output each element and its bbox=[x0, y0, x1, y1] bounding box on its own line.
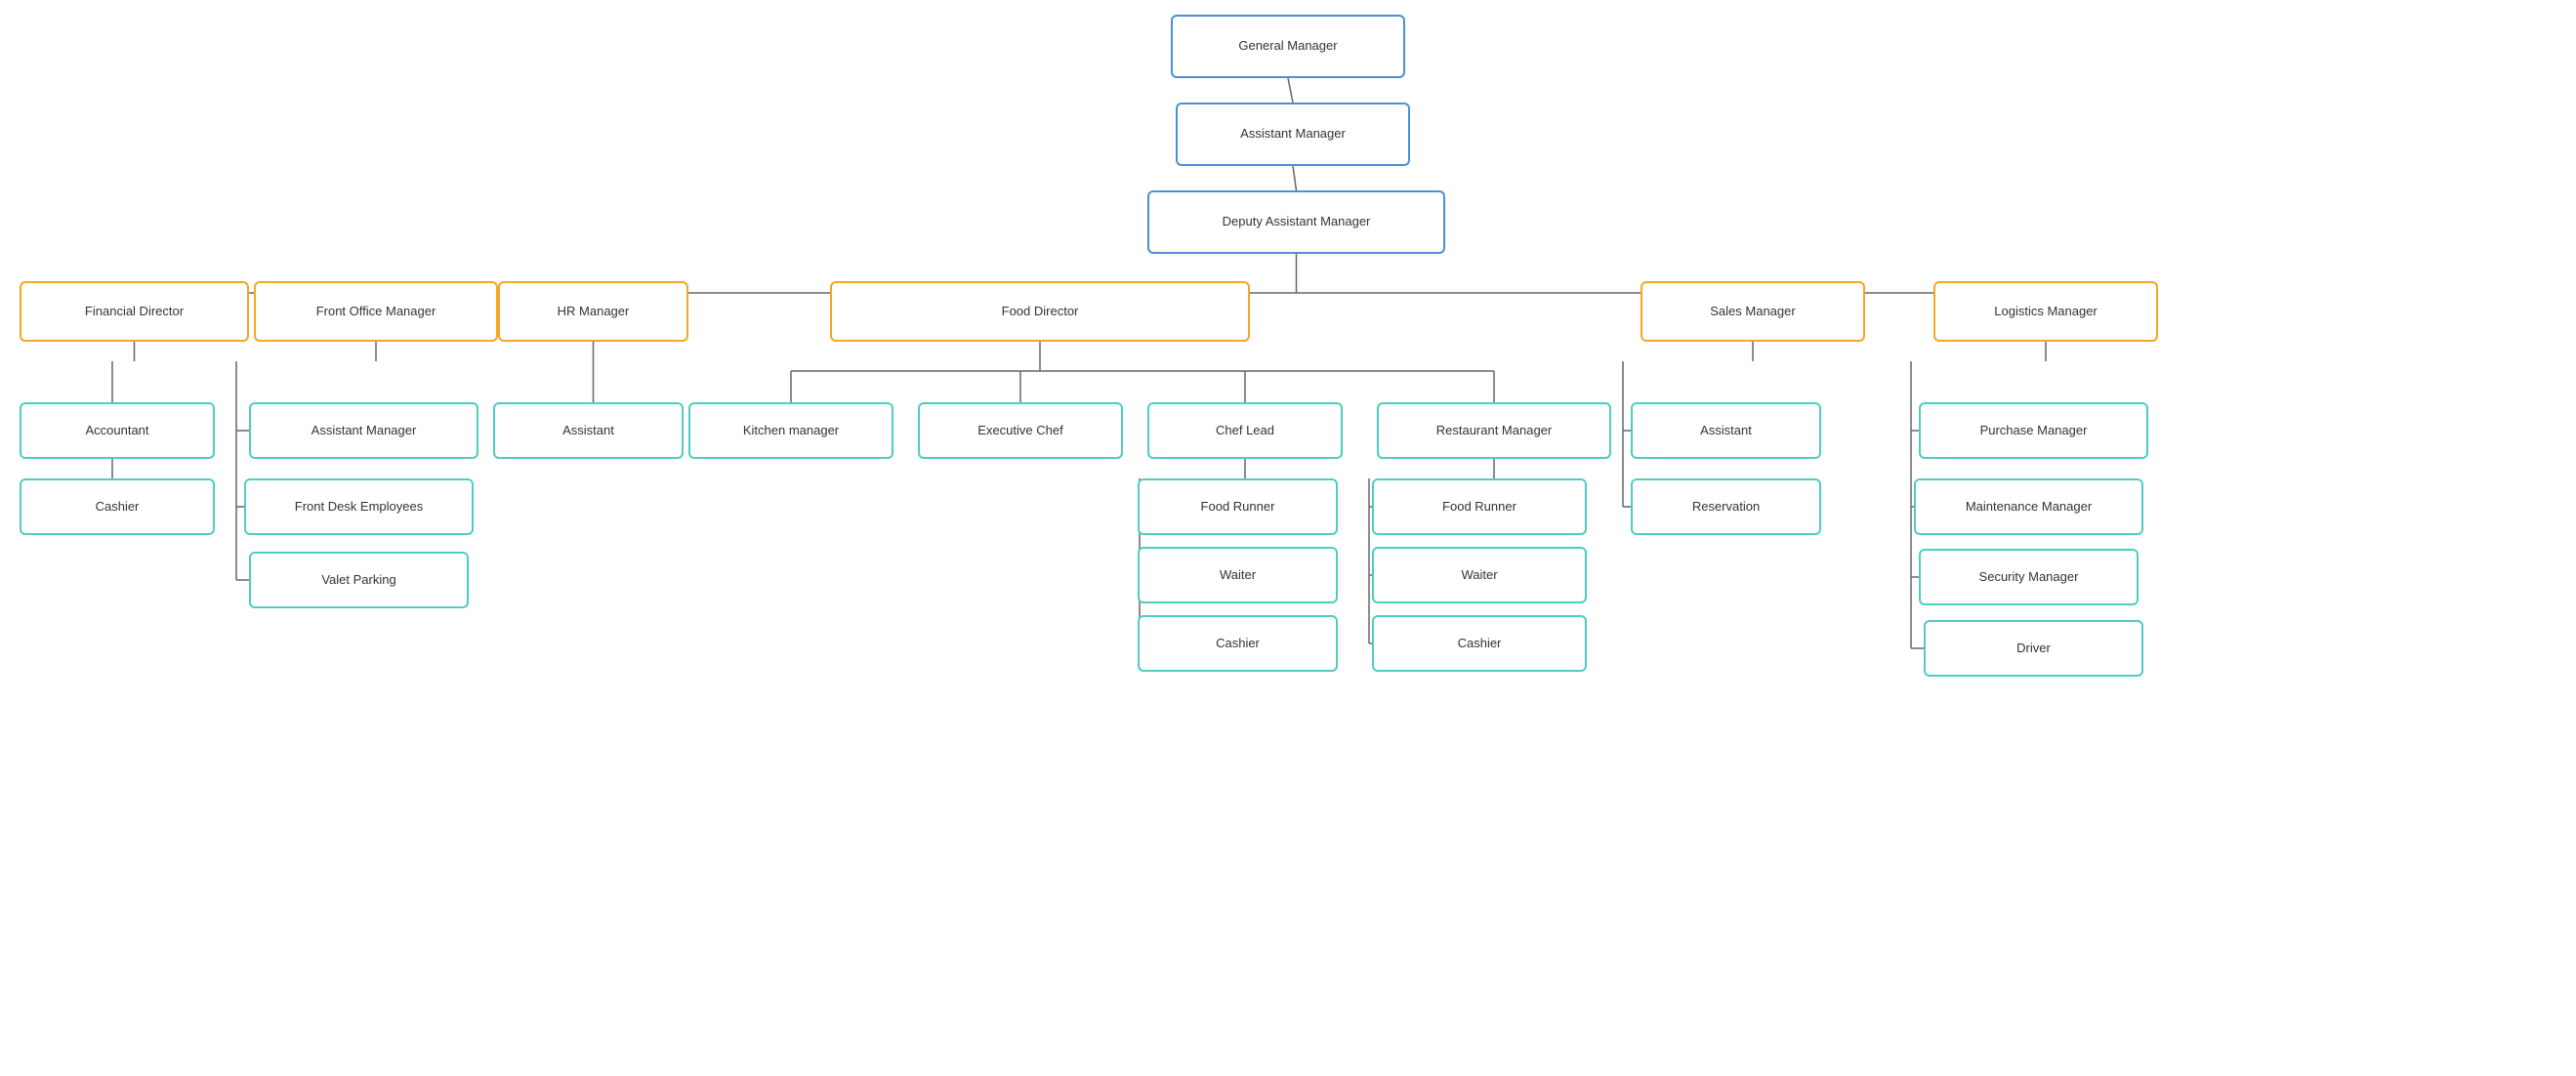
label-executive-chef: Executive Chef bbox=[977, 423, 1062, 439]
node-accountant: Accountant bbox=[20, 402, 215, 459]
label-chef-lead: Chef Lead bbox=[1216, 423, 1274, 439]
label-food-runner-chef: Food Runner bbox=[1201, 499, 1275, 516]
node-executive-chef: Executive Chef bbox=[918, 402, 1123, 459]
node-logistics-manager: Logistics Manager bbox=[1933, 281, 2158, 342]
label-cashier-fin: Cashier bbox=[96, 499, 140, 516]
node-driver: Driver bbox=[1924, 620, 2143, 677]
label-assistant-sales: Assistant bbox=[1700, 423, 1752, 439]
label-general-manager: General Manager bbox=[1238, 38, 1337, 55]
label-food-runner-rest: Food Runner bbox=[1442, 499, 1517, 516]
label-waiter-rest: Waiter bbox=[1461, 567, 1497, 584]
node-cashier-fin: Cashier bbox=[20, 478, 215, 535]
node-deputy-assistant-manager: Deputy Assistant Manager bbox=[1147, 190, 1445, 254]
label-valet-parking: Valet Parking bbox=[321, 572, 395, 589]
node-assistant-manager: Assistant Manager bbox=[1176, 103, 1410, 166]
node-waiter-rest: Waiter bbox=[1372, 547, 1587, 603]
node-sales-manager: Sales Manager bbox=[1641, 281, 1865, 342]
label-cashier-chef: Cashier bbox=[1216, 636, 1260, 652]
label-assistant-manager: Assistant Manager bbox=[1240, 126, 1346, 143]
label-assistant-hr: Assistant bbox=[562, 423, 614, 439]
node-assistant-hr: Assistant bbox=[493, 402, 684, 459]
node-cashier-rest: Cashier bbox=[1372, 615, 1587, 672]
node-waiter-chef: Waiter bbox=[1138, 547, 1338, 603]
node-cashier-chef: Cashier bbox=[1138, 615, 1338, 672]
label-sales-manager: Sales Manager bbox=[1710, 304, 1795, 320]
node-restaurant-manager: Restaurant Manager bbox=[1377, 402, 1611, 459]
label-kitchen-manager: Kitchen manager bbox=[743, 423, 839, 439]
label-front-office-manager: Front Office Manager bbox=[316, 304, 436, 320]
label-logistics-manager: Logistics Manager bbox=[1994, 304, 2098, 320]
node-financial-director: Financial Director bbox=[20, 281, 249, 342]
node-asst-mgr-front: Assistant Manager bbox=[249, 402, 478, 459]
node-front-office-manager: Front Office Manager bbox=[254, 281, 498, 342]
label-reservation: Reservation bbox=[1692, 499, 1760, 516]
label-driver: Driver bbox=[2016, 641, 2051, 657]
label-food-director: Food Director bbox=[1002, 304, 1079, 320]
node-food-runner-chef: Food Runner bbox=[1138, 478, 1338, 535]
label-hr-manager: HR Manager bbox=[558, 304, 630, 320]
label-asst-mgr-front: Assistant Manager bbox=[312, 423, 417, 439]
node-maintenance-manager: Maintenance Manager bbox=[1914, 478, 2143, 535]
label-front-desk-employees: Front Desk Employees bbox=[295, 499, 424, 516]
label-restaurant-manager: Restaurant Manager bbox=[1436, 423, 1553, 439]
label-deputy-assistant-manager: Deputy Assistant Manager bbox=[1223, 214, 1371, 230]
node-reservation-vis: Reservation bbox=[1631, 478, 1821, 535]
label-security-manager: Security Manager bbox=[1979, 569, 2079, 586]
node-kitchen-manager: Kitchen manager bbox=[688, 402, 893, 459]
node-security-manager: Security Manager bbox=[1919, 549, 2139, 605]
label-cashier-rest: Cashier bbox=[1458, 636, 1502, 652]
node-food-runner-rest: Food Runner bbox=[1372, 478, 1587, 535]
label-waiter-chef: Waiter bbox=[1220, 567, 1256, 584]
node-purchase-manager: Purchase Manager bbox=[1919, 402, 2148, 459]
node-general-manager: General Manager bbox=[1171, 15, 1405, 78]
node-valet-parking: Valet Parking bbox=[249, 552, 469, 608]
node-food-director: Food Director bbox=[830, 281, 1250, 342]
label-financial-director: Financial Director bbox=[85, 304, 184, 320]
label-maintenance-manager: Maintenance Manager bbox=[1966, 499, 2092, 516]
node-assistant-sales-vis: Assistant bbox=[1631, 402, 1821, 459]
node-chef-lead: Chef Lead bbox=[1147, 402, 1343, 459]
node-front-desk-employees: Front Desk Employees bbox=[244, 478, 474, 535]
label-accountant: Accountant bbox=[85, 423, 148, 439]
org-chart: General Manager Assistant Manager Deputy… bbox=[0, 0, 2576, 1076]
node-hr-manager: HR Manager bbox=[498, 281, 688, 342]
label-purchase-manager: Purchase Manager bbox=[1980, 423, 2088, 439]
